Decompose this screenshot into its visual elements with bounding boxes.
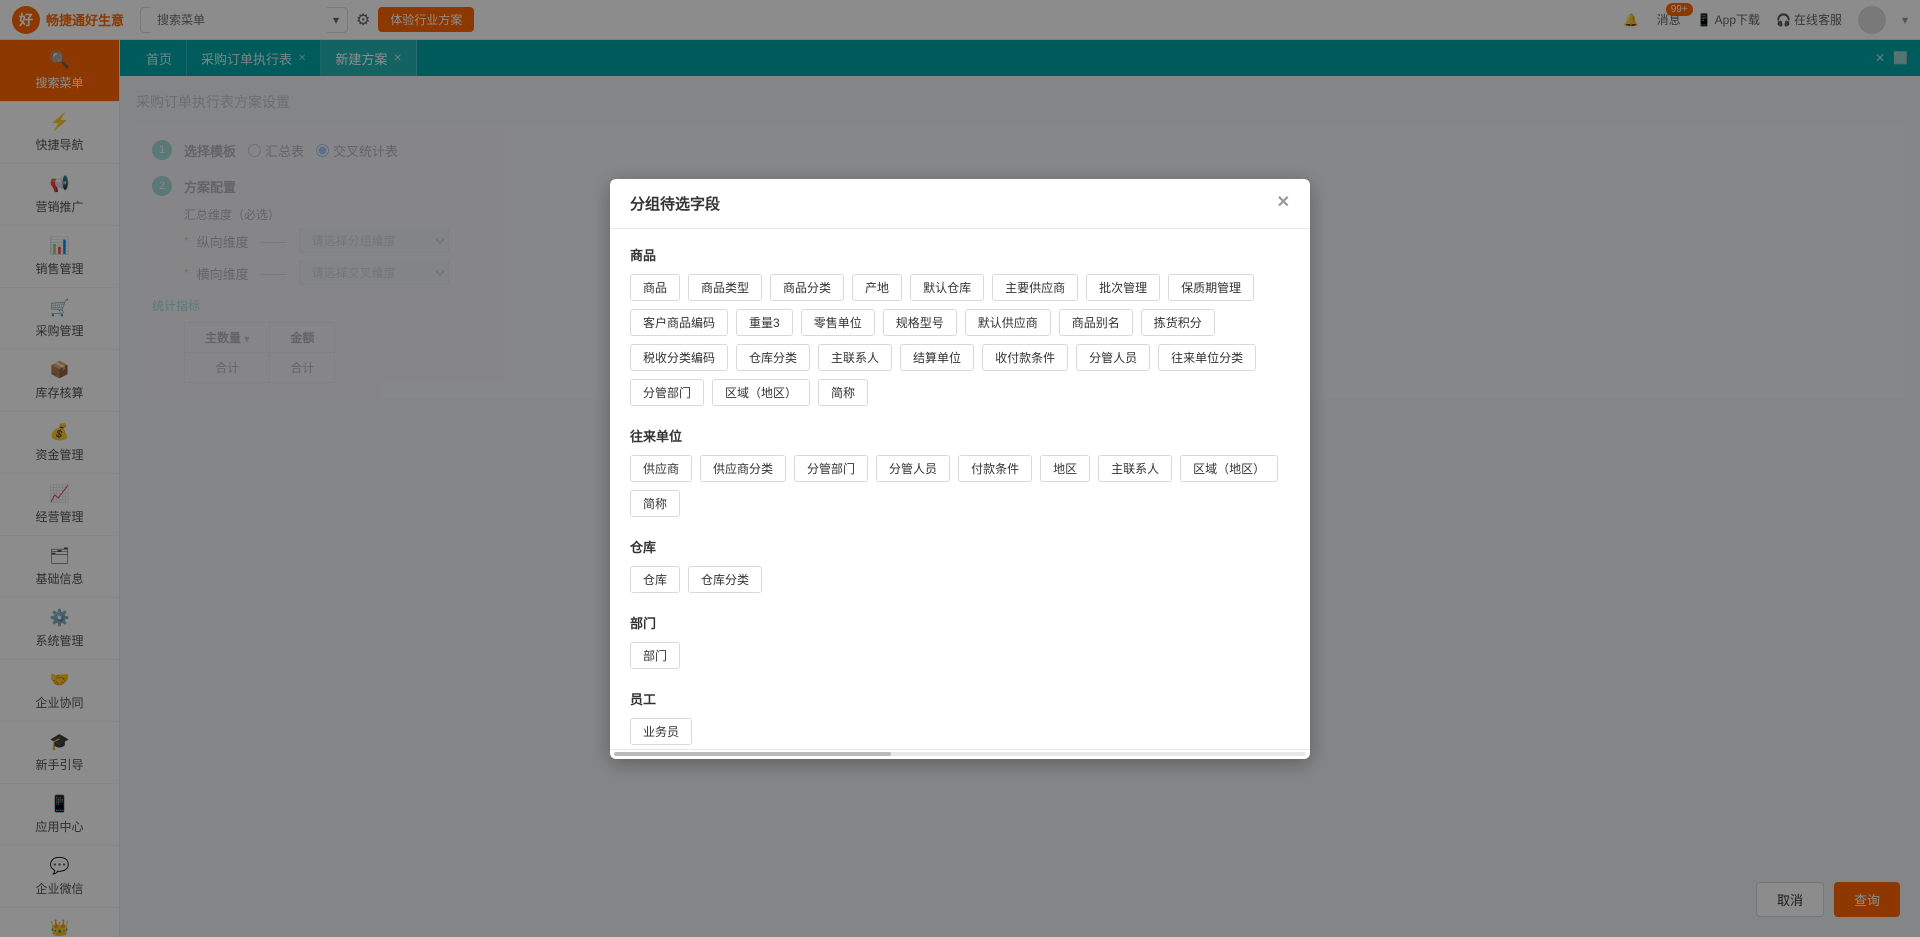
modal-overlay: 分组待选字段 ✕ 商品商品商品类型商品分类产地默认仓库主要供应商批次管理保质期管… [0, 0, 1920, 937]
field-tag[interactable]: 产地 [852, 274, 902, 301]
field-tag[interactable]: 仓库分类 [736, 344, 810, 371]
field-tag[interactable]: 部门 [630, 642, 680, 669]
field-tag[interactable]: 主联系人 [1098, 455, 1172, 482]
field-tag[interactable]: 商品分类 [770, 274, 844, 301]
field-tag[interactable]: 区域（地区） [712, 379, 810, 406]
field-tag[interactable]: 分管人员 [876, 455, 950, 482]
field-tag[interactable]: 商品类型 [688, 274, 762, 301]
field-select-modal: 分组待选字段 ✕ 商品商品商品类型商品分类产地默认仓库主要供应商批次管理保质期管… [610, 179, 1310, 759]
field-tag[interactable]: 简称 [630, 490, 680, 517]
section-title-employee: 员工 [630, 689, 1290, 708]
field-tag[interactable]: 收付款条件 [982, 344, 1068, 371]
field-tags-employee: 业务员 [630, 718, 1290, 745]
field-section-department: 部门部门 [630, 613, 1290, 669]
field-tag[interactable]: 仓库分类 [688, 566, 762, 593]
field-tag[interactable]: 付款条件 [958, 455, 1032, 482]
field-tag[interactable]: 供应商分类 [700, 455, 786, 482]
field-tag[interactable]: 默认供应商 [965, 309, 1051, 336]
field-section-warehouse: 仓库仓库仓库分类 [630, 537, 1290, 593]
field-tag[interactable]: 分管部门 [794, 455, 868, 482]
field-tags-partner: 供应商供应商分类分管部门分管人员付款条件地区主联系人区域（地区） 简称 [630, 455, 1290, 517]
modal-horizontal-scrollbar[interactable] [610, 749, 1310, 758]
field-tag[interactable]: 批次管理 [1086, 274, 1160, 301]
field-tag[interactable]: 业务员 [630, 718, 692, 745]
field-tag[interactable]: 税收分类编码 [630, 344, 728, 371]
field-tags-goods: 商品商品类型商品分类产地默认仓库主要供应商批次管理保质期管理客户商品编码重量3 零… [630, 274, 1290, 406]
field-section-employee: 员工业务员 [630, 689, 1290, 745]
field-tag[interactable]: 往来单位分类 [1158, 344, 1256, 371]
modal-title: 分组待选字段 [630, 193, 720, 214]
modal-header: 分组待选字段 ✕ [610, 179, 1310, 229]
modal-close-button[interactable]: ✕ [1277, 195, 1290, 211]
field-tag[interactable]: 供应商 [630, 455, 692, 482]
field-tag[interactable]: 客户商品编码 [630, 309, 728, 336]
section-title-department: 部门 [630, 613, 1290, 632]
field-tag[interactable]: 重量3 [736, 309, 793, 336]
field-tag[interactable]: 默认仓库 [910, 274, 984, 301]
field-tag[interactable]: 商品 [630, 274, 680, 301]
field-tag[interactable]: 商品别名 [1059, 309, 1133, 336]
field-tag[interactable]: 主联系人 [818, 344, 892, 371]
field-tag[interactable]: 拣货积分 [1141, 309, 1215, 336]
section-title-partner: 往来单位 [630, 426, 1290, 445]
field-tag[interactable]: 规格型号 [883, 309, 957, 336]
field-tags-warehouse: 仓库仓库分类 [630, 566, 1290, 593]
field-tag[interactable]: 仓库 [630, 566, 680, 593]
field-tag[interactable]: 地区 [1040, 455, 1090, 482]
field-section-partner: 往来单位供应商供应商分类分管部门分管人员付款条件地区主联系人区域（地区） 简称 [630, 426, 1290, 517]
field-tag[interactable]: 主要供应商 [992, 274, 1078, 301]
field-tag[interactable]: 保质期管理 [1168, 274, 1254, 301]
field-tag[interactable]: 简称 [818, 379, 868, 406]
field-tag[interactable]: 零售单位 [801, 309, 875, 336]
field-tag[interactable]: 分管人员 [1076, 344, 1150, 371]
field-tag[interactable]: 结算单位 [900, 344, 974, 371]
section-title-goods: 商品 [630, 245, 1290, 264]
field-section-goods: 商品商品商品类型商品分类产地默认仓库主要供应商批次管理保质期管理客户商品编码重量… [630, 245, 1290, 406]
field-tag[interactable]: 分管部门 [630, 379, 704, 406]
section-title-warehouse: 仓库 [630, 537, 1290, 556]
field-tags-department: 部门 [630, 642, 1290, 669]
field-tag[interactable]: 区域（地区） [1180, 455, 1278, 482]
modal-body[interactable]: 商品商品商品类型商品分类产地默认仓库主要供应商批次管理保质期管理客户商品编码重量… [610, 229, 1310, 750]
